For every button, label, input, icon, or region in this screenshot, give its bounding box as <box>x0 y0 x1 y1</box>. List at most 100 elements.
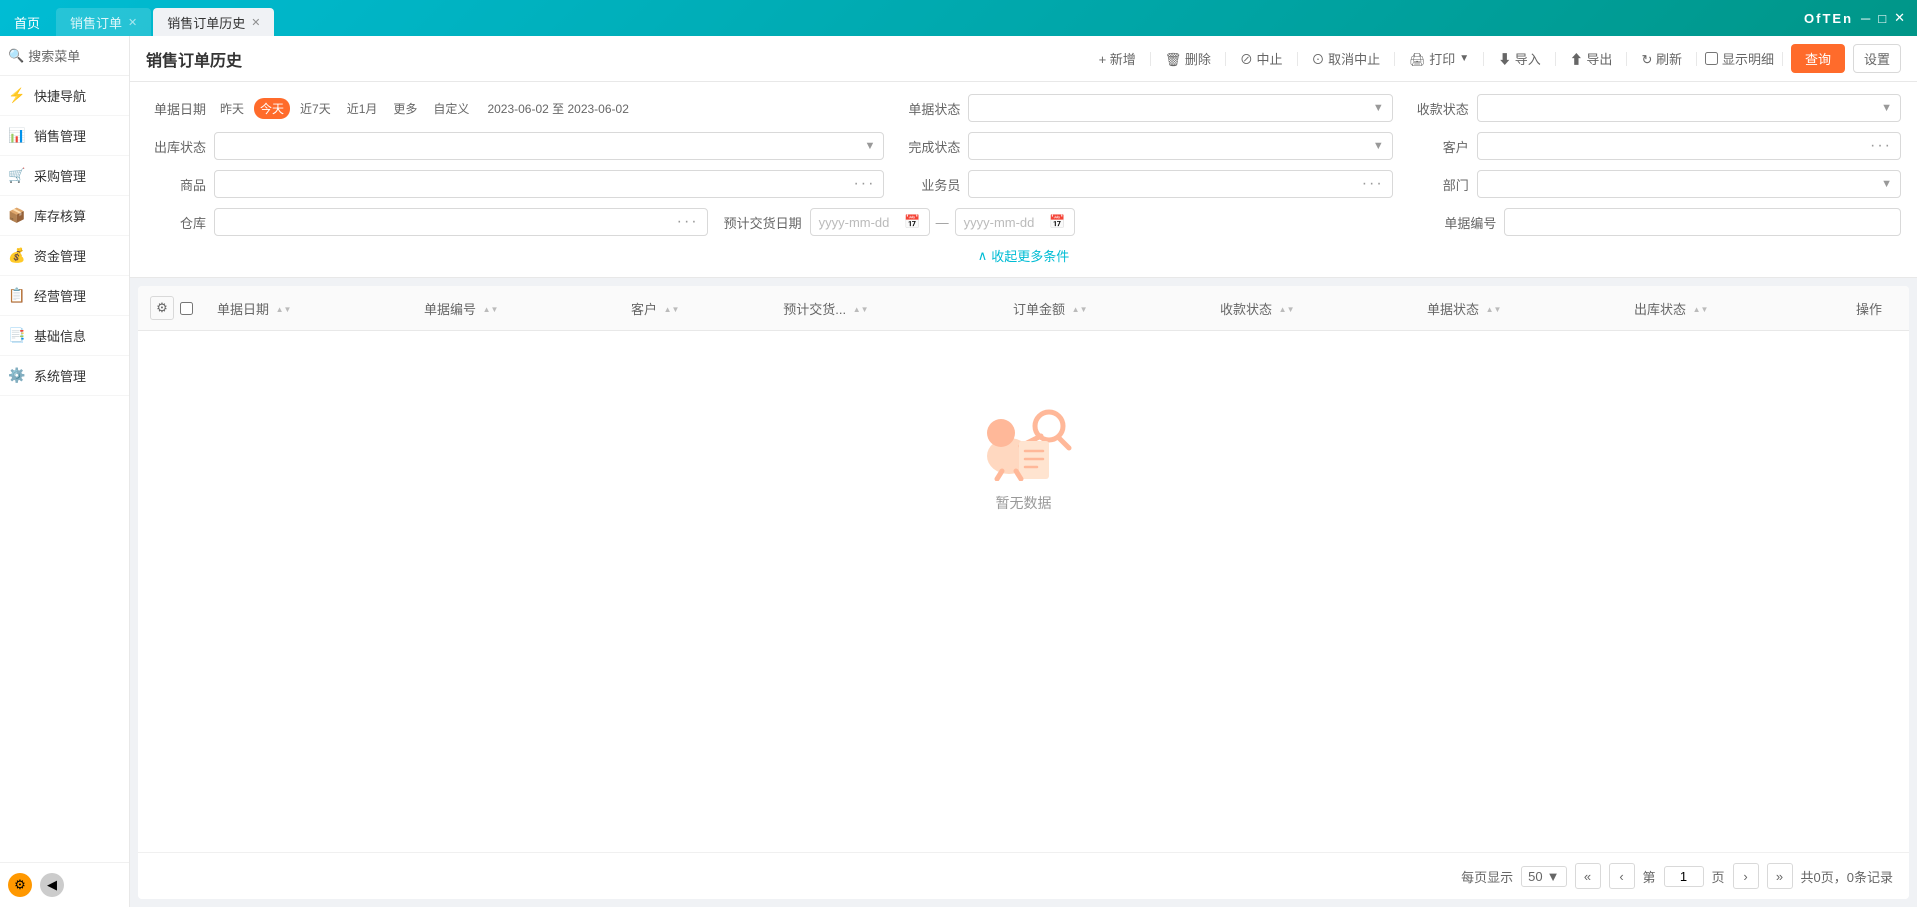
payment-status-select[interactable]: ▼ <box>1477 94 1901 122</box>
salesperson-input[interactable]: ··· <box>968 170 1392 198</box>
filter-row-4: 仓库 ··· 预计交货日期 yyyy-mm-dd 📅 — yyyy <box>146 208 1901 236</box>
expected-delivery-to[interactable]: yyyy-mm-dd 📅 <box>955 208 1075 236</box>
refresh-button[interactable]: ↻ 刷新 <box>1635 45 1688 72</box>
sidebar-finance-label: 资金管理 <box>34 246 86 265</box>
department-select[interactable]: ▼ <box>1477 170 1901 198</box>
th-expected-delivery[interactable]: 预计交货... ▲▼ <box>771 286 1001 331</box>
sidebar-settings-btn[interactable]: ⚙ <box>8 873 32 897</box>
sidebar-item-basic-info[interactable]: 📑 基础信息 <box>0 316 129 356</box>
last-page-btn[interactable]: » <box>1767 863 1793 889</box>
filter-section: 单据日期 昨天 今天 近7天 近1月 更多 自定义 2023-06-02 至 2… <box>130 82 1917 278</box>
date-1month[interactable]: 近1月 <box>341 98 384 119</box>
date-custom[interactable]: 自定义 <box>427 98 475 119</box>
window-maximize[interactable]: □ <box>1878 11 1886 26</box>
last-page-icon: » <box>1776 869 1783 884</box>
table-settings-icon[interactable]: ⚙ <box>150 296 174 320</box>
settings-button[interactable]: 设置 <box>1853 44 1901 73</box>
search-icon: 🔍 <box>8 48 24 64</box>
stop-button[interactable]: ⊘ 中止 <box>1234 45 1289 72</box>
query-button[interactable]: 查询 <box>1791 44 1845 73</box>
tab-sales-order-history-close[interactable]: ✕ <box>251 16 260 29</box>
purchase-mgmt-icon: 🛒 <box>8 167 26 185</box>
show-detail-checkbox[interactable]: 显示明细 <box>1705 49 1774 68</box>
calendar-to-icon: 📅 <box>1049 214 1065 230</box>
system-mgmt-icon: ⚙️ <box>8 367 26 385</box>
operations-icon: 📋 <box>8 287 26 305</box>
filter-warehouse: 仓库 ··· <box>146 208 708 236</box>
collapse-button[interactable]: ∧ 收起更多条件 <box>146 246 1901 265</box>
expected-delivery-from[interactable]: yyyy-mm-dd 📅 <box>810 208 930 236</box>
tab-sales-order-history[interactable]: 销售订单历史 ✕ <box>153 8 274 36</box>
th-delivery-status[interactable]: 出库状态 ▲▼ <box>1622 286 1829 331</box>
toolbar: + 新增 🗑 删除 ⊘ 中止 ⊙ 取消中止 🖨 打印 ▼ ⬇ 导入 ⬆ 导出 ↻… <box>1093 44 1901 73</box>
tab-sales-order-close[interactable]: ✕ <box>128 16 137 29</box>
bill-status-select[interactable]: ▼ <box>968 94 1392 122</box>
th-order-amount[interactable]: 订单金额 ▲▼ <box>1001 286 1208 331</box>
print-button[interactable]: 🖨 打印 ▼ <box>1403 45 1475 72</box>
expected-delivery-to-placeholder: yyyy-mm-dd <box>964 215 1035 230</box>
brand-text: OfTEn <box>1804 11 1853 26</box>
sidebar-purchase-label: 采购管理 <box>34 166 86 185</box>
delete-button[interactable]: 🗑 删除 <box>1159 45 1217 72</box>
date-7days[interactable]: 近7天 <box>294 98 337 119</box>
show-detail-input[interactable] <box>1705 52 1718 65</box>
filter-expected-delivery: 预计交货日期 yyyy-mm-dd 📅 — yyyy-mm-dd 📅 <box>724 208 1421 236</box>
bill-number-input[interactable] <box>1504 208 1901 236</box>
goods-input[interactable]: ··· <box>214 170 884 198</box>
th-payment-status[interactable]: 收款状态 ▲▼ <box>1208 286 1415 331</box>
date-more[interactable]: 更多 <box>387 98 423 119</box>
filter-bill-status: 单据状态 ▼ <box>900 94 1392 122</box>
sidebar-sales-label: 销售管理 <box>34 126 86 145</box>
table-header-row: ⚙ 单据日期 ▲▼ 单据编号 ▲▼ <box>138 286 1909 331</box>
sidebar-item-quick-nav[interactable]: ⚡ 快捷导航 <box>0 76 129 116</box>
sidebar-item-purchase-mgmt[interactable]: 🛒 采购管理 <box>0 156 129 196</box>
tab-home[interactable]: 首页 <box>0 8 54 36</box>
salesperson-label: 业务员 <box>900 175 960 194</box>
page-size-value: 50 <box>1528 869 1542 884</box>
th-bill-number-label: 单据编号 <box>424 302 476 317</box>
filter-row-2: 出库状态 ▼ 完成状态 ▼ 客户 ··· <box>146 132 1901 160</box>
customer-label: 客户 <box>1409 137 1469 156</box>
next-page-btn[interactable]: › <box>1733 863 1759 889</box>
sales-mgmt-icon: 📊 <box>8 127 26 145</box>
export-button[interactable]: ⬆ 导出 <box>1564 45 1619 72</box>
page-number-input[interactable] <box>1664 866 1704 887</box>
page-label: 第 <box>1643 867 1656 886</box>
customer-input[interactable]: ··· <box>1477 132 1901 160</box>
completion-status-select[interactable]: ▼ <box>968 132 1392 160</box>
prev-page-btn[interactable]: ‹ <box>1609 863 1635 889</box>
sidebar-item-sales-mgmt[interactable]: 📊 销售管理 <box>0 116 129 156</box>
cancel-stop-button[interactable]: ⊙ 取消中止 <box>1306 45 1387 72</box>
first-page-btn[interactable]: « <box>1575 863 1601 889</box>
new-button[interactable]: + 新增 <box>1093 45 1142 72</box>
th-bill-date[interactable]: 单据日期 ▲▼ <box>205 286 412 331</box>
sidebar-item-finance[interactable]: 💰 资金管理 <box>0 236 129 276</box>
date-yesterday[interactable]: 昨天 <box>214 98 250 119</box>
import-button[interactable]: ⬇ 导入 <box>1492 45 1547 72</box>
page-size-select[interactable]: 50 ▼ <box>1521 866 1566 887</box>
sidebar-item-inventory[interactable]: 📦 库存核算 <box>0 196 129 236</box>
delivery-status-select[interactable]: ▼ <box>214 132 884 160</box>
sidebar-item-search-menu[interactable]: 🔍 搜索菜单 <box>0 36 129 76</box>
sidebar-item-operations[interactable]: 📋 经营管理 <box>0 276 129 316</box>
toolbar-divider-5 <box>1483 52 1484 66</box>
page-suffix: 页 <box>1712 867 1725 886</box>
window-minimize[interactable]: ─ <box>1861 11 1870 26</box>
th-bill-status[interactable]: 单据状态 ▲▼ <box>1415 286 1622 331</box>
th-customer[interactable]: 客户 ▲▼ <box>619 286 771 331</box>
sort-payment-status: ▲▼ <box>1279 306 1295 314</box>
page-size-label: 每页显示 <box>1461 867 1513 886</box>
warehouse-input[interactable]: ··· <box>214 208 708 236</box>
sort-bill-date: ▲▼ <box>276 306 292 314</box>
toolbar-divider-1 <box>1150 52 1151 66</box>
sidebar-item-system-mgmt[interactable]: ⚙️ 系统管理 <box>0 356 129 396</box>
tab-sales-order[interactable]: 销售订单 ✕ <box>56 8 151 36</box>
date-today[interactable]: 今天 <box>254 98 290 119</box>
th-customer-label: 客户 <box>631 302 657 317</box>
th-operations: 操作 <box>1829 286 1909 331</box>
tabs-area: 首页 销售订单 ✕ 销售订单历史 ✕ <box>0 0 276 36</box>
sidebar-collapse-btn[interactable]: ◀ <box>40 873 64 897</box>
select-all-checkbox[interactable] <box>180 302 193 315</box>
th-bill-number[interactable]: 单据编号 ▲▼ <box>412 286 619 331</box>
window-close[interactable]: ✕ <box>1894 10 1905 26</box>
